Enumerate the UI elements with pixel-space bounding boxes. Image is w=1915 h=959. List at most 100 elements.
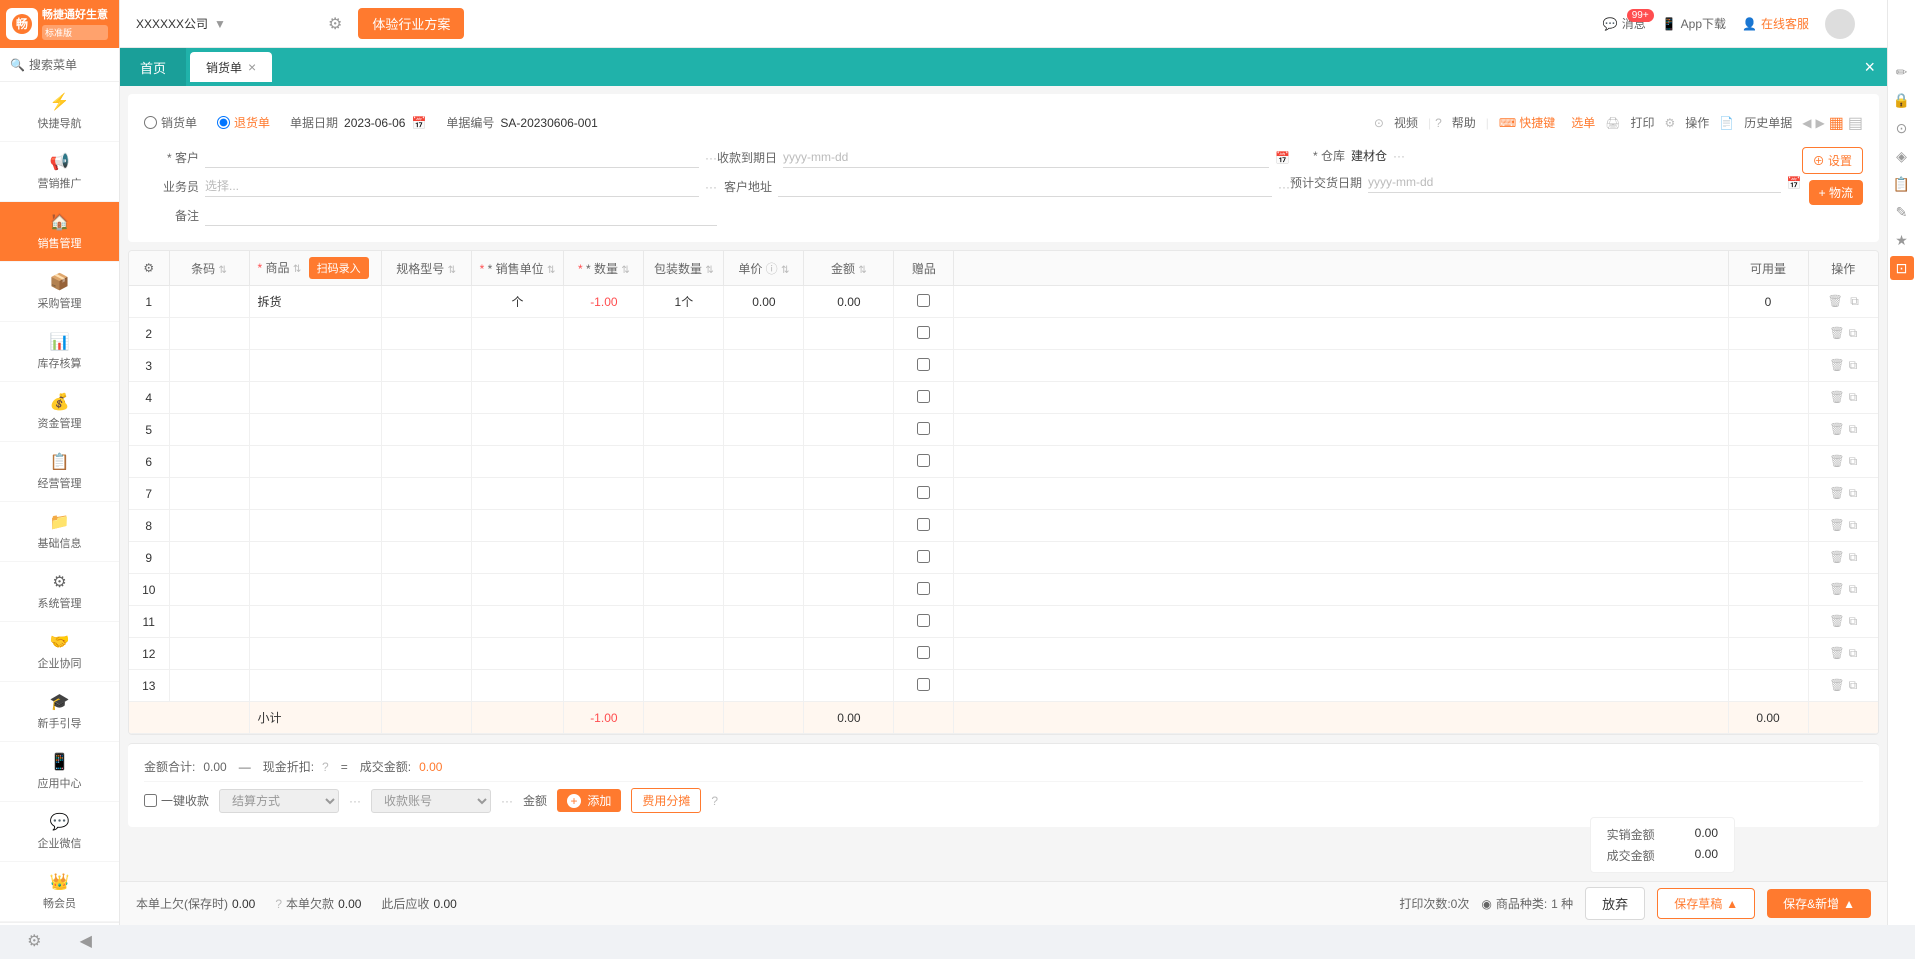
customer-addr-input[interactable]: [778, 176, 1272, 197]
save-new-btn[interactable]: 保存&新增 ▲: [1767, 889, 1871, 918]
customer-addr-dots[interactable]: ···: [1278, 180, 1290, 194]
right-panel-btn-8[interactable]: ⊡: [1890, 256, 1914, 280]
row-pkg[interactable]: 1个: [644, 286, 724, 318]
right-panel-btn-3[interactable]: ⊙: [1890, 116, 1914, 140]
row-amount[interactable]: 0.00: [804, 286, 894, 318]
select-btn[interactable]: 选单: [1565, 112, 1601, 133]
sidebar-item-sales[interactable]: 🏠 销售管理: [0, 202, 119, 262]
sidebar-item-quick-nav[interactable]: ⚡ 快捷导航: [0, 82, 119, 142]
operation-btn[interactable]: 操作: [1679, 112, 1715, 133]
sort-pkg-icon[interactable]: ⇅: [705, 265, 713, 276]
gift-checkbox[interactable]: [917, 614, 930, 627]
tab-home[interactable]: 首页: [120, 48, 186, 86]
sidebar-item-appstore[interactable]: 📱 应用中心: [0, 742, 119, 802]
collapse-icon[interactable]: ◀: [80, 931, 92, 951]
right-panel-btn-4[interactable]: ◈: [1890, 144, 1914, 168]
salesperson-dots[interactable]: ···: [705, 180, 717, 194]
sales-radio-input[interactable]: [144, 116, 157, 129]
copy-icon[interactable]: ⧉: [1849, 422, 1858, 436]
delete-icon[interactable]: 🗑: [1829, 678, 1844, 692]
row-unit[interactable]: 个: [471, 286, 564, 318]
delete-icon[interactable]: 🗑: [1829, 390, 1844, 404]
customer-input[interactable]: [205, 147, 699, 168]
video-btn[interactable]: 视频: [1388, 112, 1424, 133]
delete-icon[interactable]: 🗑: [1829, 486, 1844, 500]
sort-spec-icon[interactable]: ⇅: [448, 265, 456, 276]
discard-btn[interactable]: 放弃: [1585, 887, 1645, 920]
expected-date-input[interactable]: [1368, 172, 1781, 193]
gift-checkbox[interactable]: [917, 646, 930, 659]
note-input[interactable]: [205, 205, 717, 226]
next-icon[interactable]: ▶: [1816, 116, 1825, 130]
fee-split-btn[interactable]: 费用分摊: [631, 788, 701, 813]
right-panel-btn-1[interactable]: ✏: [1890, 60, 1914, 84]
search-menu[interactable]: 🔍 搜索菜单: [0, 48, 119, 82]
right-panel-btn-5[interactable]: 📋: [1890, 172, 1914, 196]
gift-checkbox[interactable]: [917, 454, 930, 467]
copy-icon[interactable]: ⧉: [1849, 486, 1858, 500]
calendar-icon[interactable]: 📅: [411, 116, 426, 130]
add-btn[interactable]: + 添加: [557, 789, 621, 812]
row-gift[interactable]: [894, 286, 954, 318]
copy-icon[interactable]: ⧉: [1849, 550, 1858, 564]
delete-icon[interactable]: 🗑: [1828, 294, 1843, 308]
sidebar-item-guide[interactable]: 🎓 新手引导: [0, 682, 119, 742]
payment-checkbox-label[interactable]: 一键收款: [144, 792, 209, 809]
payment-account-select[interactable]: 收款账号: [371, 789, 491, 813]
history-btn[interactable]: 历史单据: [1738, 112, 1798, 133]
sidebar-item-member[interactable]: 👑 畅会员: [0, 862, 119, 922]
sort-qty-icon[interactable]: ⇅: [621, 265, 629, 276]
app-download-btn[interactable]: 📱 App下载: [1662, 15, 1726, 32]
payment-date-input[interactable]: [783, 147, 1269, 168]
customer-dots[interactable]: ···: [705, 151, 717, 165]
row-remark[interactable]: [954, 286, 1728, 318]
sort-amount-icon[interactable]: ⇅: [858, 265, 866, 276]
row-spec[interactable]: [381, 286, 471, 318]
copy-icon[interactable]: ⧉: [1849, 582, 1858, 596]
sort-barcode-icon[interactable]: ⇅: [218, 265, 226, 276]
copy-icon[interactable]: ⧉: [1849, 454, 1858, 468]
delete-icon[interactable]: 🗑: [1829, 422, 1844, 436]
sort-price-icon[interactable]: ⇅: [781, 265, 789, 276]
salesperson-input[interactable]: [205, 176, 699, 197]
right-panel-btn-6[interactable]: ✎: [1890, 200, 1914, 224]
grid-view-icon[interactable]: ▦: [1829, 113, 1844, 133]
sidebar-item-operation[interactable]: 📋 经营管理: [0, 442, 119, 502]
copy-icon[interactable]: ⧉: [1849, 518, 1858, 532]
sidebar-item-wechat[interactable]: 💬 企业微信: [0, 802, 119, 862]
right-panel-btn-2[interactable]: 🔒: [1890, 88, 1914, 112]
payment-calendar-icon[interactable]: 📅: [1275, 151, 1290, 165]
copy-icon[interactable]: ⧉: [1849, 646, 1858, 660]
gift-checkbox[interactable]: [917, 294, 930, 307]
save-draft-btn[interactable]: 保存草稿 ▲: [1657, 888, 1755, 919]
copy-icon[interactable]: ⧉: [1849, 390, 1858, 404]
row-barcode[interactable]: [169, 286, 249, 318]
tab-sales-order[interactable]: 销货单 ×: [190, 52, 272, 82]
return-bill-radio[interactable]: 退货单: [217, 114, 270, 131]
delete-icon[interactable]: 🗑: [1829, 454, 1844, 468]
fee-help-icon[interactable]: ?: [711, 794, 718, 808]
delete-icon[interactable]: 🗑: [1829, 518, 1844, 532]
copy-icon[interactable]: ⧉: [1850, 294, 1859, 308]
logistics-btn[interactable]: + 物流: [1809, 180, 1863, 205]
delete-icon[interactable]: 🗑: [1829, 326, 1844, 340]
gift-checkbox[interactable]: [917, 390, 930, 403]
th-settings[interactable]: ⚙: [129, 251, 169, 286]
gift-checkbox[interactable]: [917, 358, 930, 371]
expected-calendar-icon[interactable]: 📅: [1787, 176, 1802, 190]
prev-icon[interactable]: ◀: [1802, 116, 1811, 130]
gift-checkbox[interactable]: [917, 678, 930, 691]
shortcut-btn[interactable]: ⌨ 快捷键: [1493, 112, 1561, 133]
sidebar-item-marketing[interactable]: 📢 营销推广: [0, 142, 119, 202]
gift-checkbox[interactable]: [917, 486, 930, 499]
warehouse-dots[interactable]: ···: [1393, 149, 1405, 163]
sidebar-item-purchase[interactable]: 📦 采购管理: [0, 262, 119, 322]
delete-icon[interactable]: 🗑: [1829, 550, 1844, 564]
payment-checkbox[interactable]: [144, 794, 157, 807]
row-price[interactable]: 0.00: [724, 286, 804, 318]
sort-product-icon[interactable]: ⇅: [293, 264, 301, 275]
help-btn[interactable]: 帮助: [1446, 112, 1482, 133]
return-radio-input[interactable]: [217, 116, 230, 129]
sidebar-item-base[interactable]: 📁 基础信息: [0, 502, 119, 562]
sidebar-item-finance[interactable]: 💰 资金管理: [0, 382, 119, 442]
